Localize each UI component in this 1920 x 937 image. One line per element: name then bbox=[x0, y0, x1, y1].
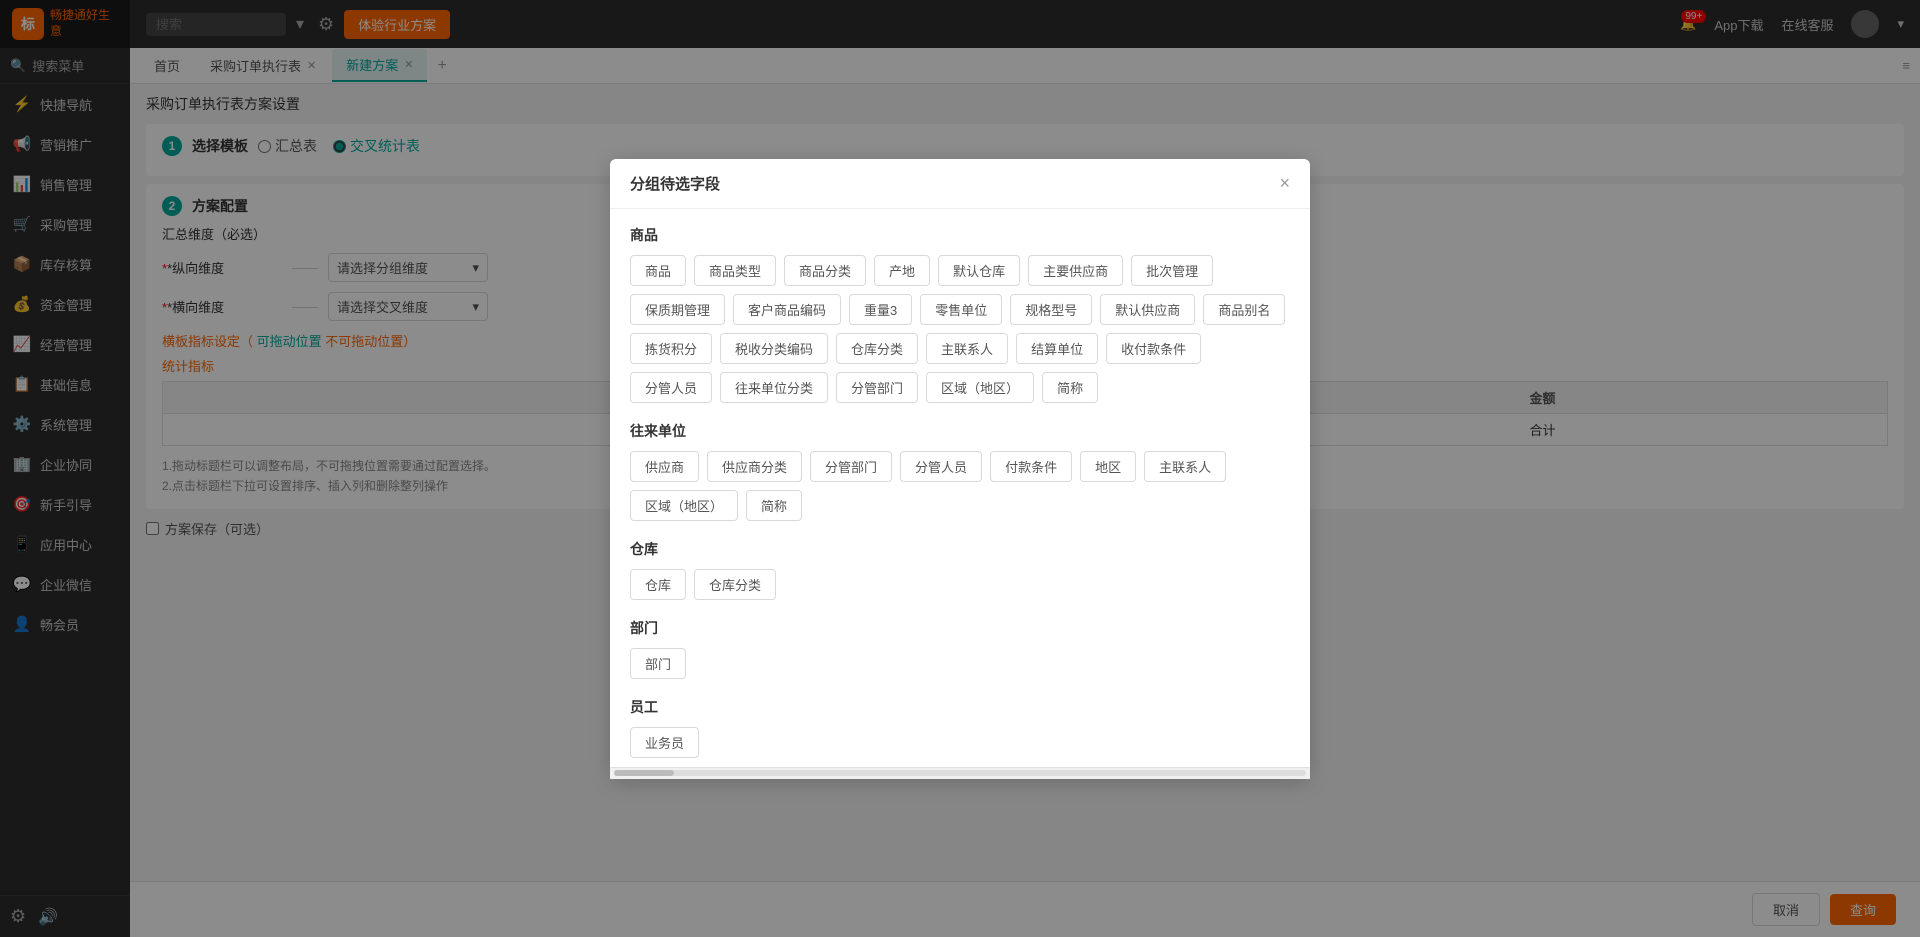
field-select-modal: 分组待选字段 × 商品 商品 商品类型 商品分类 产地 默认仓库 主要供应商 批… bbox=[610, 159, 1310, 779]
hscroll-track bbox=[614, 770, 1306, 776]
chip-默认供应商[interactable]: 默认供应商 bbox=[1100, 294, 1195, 325]
chip-商品[interactable]: 商品 bbox=[630, 255, 686, 286]
chip-部门[interactable]: 部门 bbox=[630, 648, 686, 679]
field-chips-product: 商品 商品类型 商品分类 产地 默认仓库 主要供应商 批次管理 保质期管理 客户… bbox=[630, 255, 1290, 403]
chip-分管部门2[interactable]: 分管部门 bbox=[810, 451, 892, 482]
chip-区域地区1[interactable]: 区域（地区） bbox=[926, 372, 1034, 403]
chip-主要供应商[interactable]: 主要供应商 bbox=[1028, 255, 1123, 286]
chip-业务员[interactable]: 业务员 bbox=[630, 727, 699, 758]
chip-供应商[interactable]: 供应商 bbox=[630, 451, 699, 482]
chip-供应商分类[interactable]: 供应商分类 bbox=[707, 451, 802, 482]
chip-商品别名[interactable]: 商品别名 bbox=[1203, 294, 1285, 325]
field-group-dept-title: 部门 bbox=[630, 618, 1290, 638]
field-group-warehouse-title: 仓库 bbox=[630, 539, 1290, 559]
field-chips-partner: 供应商 供应商分类 分管部门 分管人员 付款条件 地区 主联系人 区域（地区） … bbox=[630, 451, 1290, 521]
field-chips-warehouse: 仓库 仓库分类 bbox=[630, 569, 1290, 600]
chip-分管部门[interactable]: 分管部门 bbox=[836, 372, 918, 403]
chip-分管人员2[interactable]: 分管人员 bbox=[900, 451, 982, 482]
field-group-warehouse: 仓库 仓库 仓库分类 bbox=[630, 539, 1290, 600]
chip-付款条件[interactable]: 付款条件 bbox=[990, 451, 1072, 482]
modal-body: 商品 商品 商品类型 商品分类 产地 默认仓库 主要供应商 批次管理 保质期管理… bbox=[610, 209, 1310, 767]
chip-批次管理[interactable]: 批次管理 bbox=[1131, 255, 1213, 286]
chip-商品类型[interactable]: 商品类型 bbox=[694, 255, 776, 286]
chip-主联系人[interactable]: 主联系人 bbox=[926, 333, 1008, 364]
chip-结算单位[interactable]: 结算单位 bbox=[1016, 333, 1098, 364]
chip-收付款条件[interactable]: 收付款条件 bbox=[1106, 333, 1201, 364]
chip-拣货积分[interactable]: 拣货积分 bbox=[630, 333, 712, 364]
chip-主联系人2[interactable]: 主联系人 bbox=[1144, 451, 1226, 482]
chip-商品分类[interactable]: 商品分类 bbox=[784, 255, 866, 286]
modal-title: 分组待选字段 bbox=[630, 173, 720, 194]
chip-税收分类编码[interactable]: 税收分类编码 bbox=[720, 333, 828, 364]
field-group-employee-title: 员工 bbox=[630, 697, 1290, 717]
chip-往来单位分类[interactable]: 往来单位分类 bbox=[720, 372, 828, 403]
chip-简称2[interactable]: 简称 bbox=[746, 490, 802, 521]
chip-仓库分类2[interactable]: 仓库分类 bbox=[694, 569, 776, 600]
chip-重量3[interactable]: 重量3 bbox=[849, 294, 912, 325]
chip-零售单位[interactable]: 零售单位 bbox=[920, 294, 1002, 325]
field-chips-employee: 业务员 bbox=[630, 727, 1290, 758]
modal-hscrollbar[interactable] bbox=[610, 767, 1310, 779]
chip-简称1[interactable]: 简称 bbox=[1042, 372, 1098, 403]
field-group-employee: 员工 业务员 bbox=[630, 697, 1290, 758]
modal-overlay: 分组待选字段 × 商品 商品 商品类型 商品分类 产地 默认仓库 主要供应商 批… bbox=[0, 0, 1920, 937]
field-chips-dept: 部门 bbox=[630, 648, 1290, 679]
field-group-product: 商品 商品 商品类型 商品分类 产地 默认仓库 主要供应商 批次管理 保质期管理… bbox=[630, 225, 1290, 403]
field-group-product-title: 商品 bbox=[630, 225, 1290, 245]
modal-close-button[interactable]: × bbox=[1279, 173, 1290, 194]
modal-header: 分组待选字段 × bbox=[610, 159, 1310, 209]
chip-默认仓库[interactable]: 默认仓库 bbox=[938, 255, 1020, 286]
chip-分管人员[interactable]: 分管人员 bbox=[630, 372, 712, 403]
chip-保质期管理[interactable]: 保质期管理 bbox=[630, 294, 725, 325]
chip-仓库分类[interactable]: 仓库分类 bbox=[836, 333, 918, 364]
field-group-partner: 往来单位 供应商 供应商分类 分管部门 分管人员 付款条件 地区 主联系人 区域… bbox=[630, 421, 1290, 521]
chip-仓库[interactable]: 仓库 bbox=[630, 569, 686, 600]
chip-客户商品编码[interactable]: 客户商品编码 bbox=[733, 294, 841, 325]
chip-区域地区2[interactable]: 区域（地区） bbox=[630, 490, 738, 521]
chip-产地[interactable]: 产地 bbox=[874, 255, 930, 286]
chip-规格型号[interactable]: 规格型号 bbox=[1010, 294, 1092, 325]
field-group-dept: 部门 部门 bbox=[630, 618, 1290, 679]
chip-地区[interactable]: 地区 bbox=[1080, 451, 1136, 482]
field-group-partner-title: 往来单位 bbox=[630, 421, 1290, 441]
hscroll-thumb[interactable] bbox=[614, 770, 674, 776]
